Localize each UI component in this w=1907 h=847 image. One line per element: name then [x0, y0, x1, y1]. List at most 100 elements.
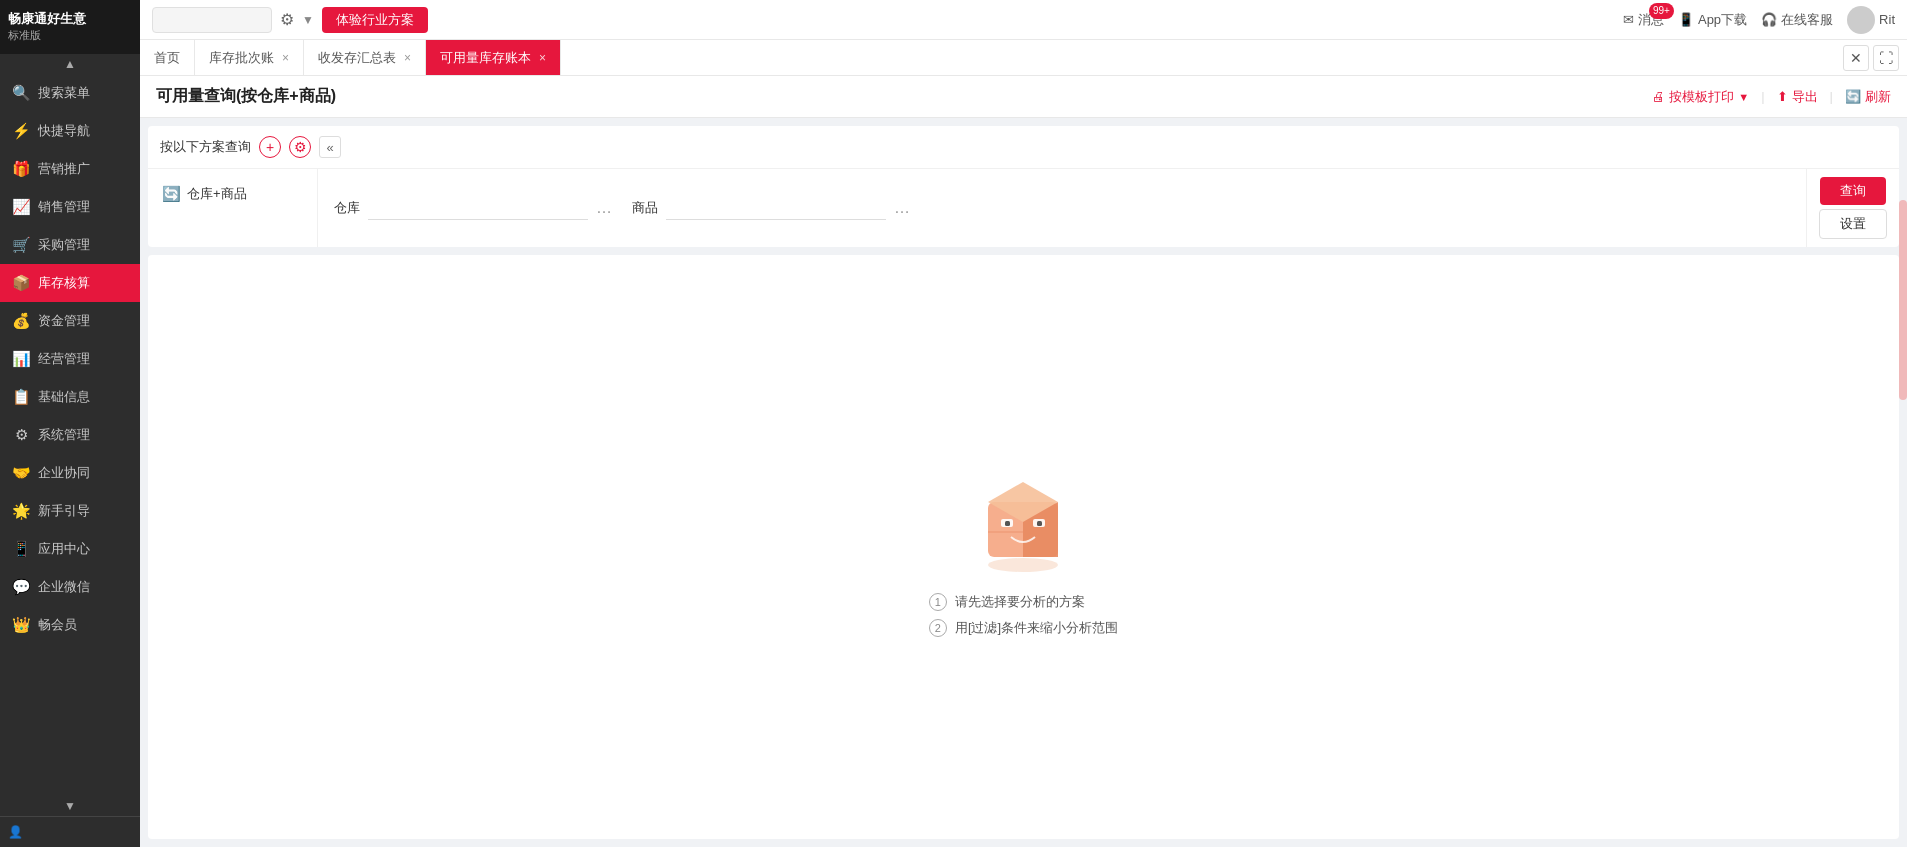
- warehouse-input[interactable]: [368, 196, 588, 220]
- tip-text-2: 用[过滤]条件来缩小分析范围: [955, 619, 1118, 637]
- tab-label-available_qty: 可用量库存账本: [440, 49, 531, 67]
- sidebar-scroll-up[interactable]: ▲: [0, 54, 140, 74]
- scheme-item-icon: 🔄: [162, 185, 181, 203]
- sidebar-item-inventory_calc[interactable]: 📦库存核算: [0, 264, 140, 302]
- sidebar-header: 畅康通好生意 标准版: [0, 0, 140, 54]
- sidebar-icon-enterprise_coop: 🤝: [12, 464, 30, 482]
- sidebar-item-enterprise_coop[interactable]: 🤝 企业协同: [0, 454, 140, 492]
- sidebar-item-app_center[interactable]: 📱应用中心: [0, 530, 140, 568]
- sidebar-label-search: 搜索菜单: [38, 84, 90, 102]
- sidebar-item-shortcut[interactable]: ⚡ 快捷导航: [0, 112, 140, 150]
- query-button[interactable]: 查询: [1820, 177, 1886, 205]
- sidebar-label-funds_mgmt: 资金管理: [38, 312, 90, 330]
- tab-batch_account[interactable]: 库存批次账 ×: [195, 40, 304, 75]
- tabbar: 首页库存批次账×收发存汇总表×可用量库存账本× ✕ ⛶: [140, 40, 1907, 76]
- sidebar-item-enterprise_wechat[interactable]: 💬企业微信: [0, 568, 140, 606]
- sidebar-icon-shortcut: ⚡: [12, 122, 30, 140]
- sidebar-label-sales_mgmt: 销售管理: [38, 198, 90, 216]
- export-button[interactable]: ⬆ 导出: [1777, 88, 1818, 106]
- online-service-btn[interactable]: 🎧 在线客服: [1761, 11, 1833, 29]
- right-scrollbar[interactable]: [1899, 200, 1907, 400]
- print-template-button[interactable]: 🖨 按模板打印 ▼: [1652, 88, 1749, 106]
- action-col: 查询 设置: [1806, 169, 1899, 247]
- sidebar-item-member[interactable]: 👑 畅会员: [0, 606, 140, 644]
- tab-home[interactable]: 首页: [140, 40, 195, 75]
- sidebar-item-sales_mgmt[interactable]: 📈销售管理: [0, 188, 140, 226]
- tab-label-home: 首页: [154, 49, 180, 67]
- user-avatar-btn[interactable]: Rit: [1847, 6, 1895, 34]
- tab-close-receive_summary[interactable]: ×: [404, 51, 411, 65]
- tab-available_qty[interactable]: 可用量库存账本 ×: [426, 40, 561, 75]
- settings-button[interactable]: 设置: [1819, 209, 1887, 239]
- tab-close-available_qty[interactable]: ×: [539, 51, 546, 65]
- sidebar: 畅康通好生意 标准版 ▲ 🔍搜索菜单 ⚡ 快捷导航 🎁营销推广📈销售管理🛒采购管理📦库…: [0, 0, 140, 847]
- topbar: ⚙ ▼ 体验行业方案 ✉ 消息 99+ 📱 App下载 🎧 在线客服 Rit: [140, 0, 1907, 40]
- scheme-add-button[interactable]: +: [259, 136, 281, 158]
- page-title: 可用量查询(按仓库+商品): [156, 86, 336, 107]
- print-chevron-icon: ▼: [1738, 91, 1749, 103]
- sidebar-icon-member: 👑: [12, 616, 30, 634]
- empty-state: 1 请先选择要分析的方案 2 用[过滤]条件来缩小分析范围: [148, 255, 1899, 839]
- user-icon: 👤: [8, 825, 23, 839]
- scheme-setting-button[interactable]: ⚙: [289, 136, 311, 158]
- sidebar-icon-ops_mgmt: 📊: [12, 350, 30, 368]
- tab-label-batch_account: 库存批次账: [209, 49, 274, 67]
- sidebar-label-enterprise_coop: 企业协同: [38, 464, 90, 482]
- sidebar-item-basic_info[interactable]: 📋 基础信息: [0, 378, 140, 416]
- sidebar-label-member: 畅会员: [38, 616, 77, 634]
- sidebar-menu: 🔍搜索菜单 ⚡ 快捷导航 🎁营销推广📈销售管理🛒采购管理📦库存核算💰资金管理📊经营管理…: [0, 74, 140, 796]
- sidebar-item-sys_mgmt[interactable]: ⚙系统管理: [0, 416, 140, 454]
- gear-icon[interactable]: ⚙: [280, 10, 294, 29]
- empty-state-inner: 1 请先选择要分析的方案 2 用[过滤]条件来缩小分析范围: [929, 457, 1118, 637]
- sidebar-item-ops_mgmt[interactable]: 📊经营管理: [0, 340, 140, 378]
- sidebar-icon-new_guide: 🌟: [12, 502, 30, 520]
- sidebar-item-marketing_promo[interactable]: 🎁营销推广: [0, 150, 140, 188]
- sidebar-label-basic_info: 基础信息: [38, 388, 90, 406]
- message-badge: 99+: [1649, 3, 1674, 19]
- scheme-item-warehouse-product[interactable]: 🔄 仓库+商品: [148, 177, 317, 211]
- query-scheme-bar: 按以下方案查询 + ⚙ «: [148, 126, 1899, 169]
- trial-industry-button[interactable]: 体验行业方案: [322, 7, 428, 33]
- headset-icon: 🎧: [1761, 12, 1777, 27]
- tip-num-2: 2: [929, 619, 947, 637]
- scheme-collapse-button[interactable]: «: [319, 136, 341, 158]
- sidebar-item-purchase_mgmt[interactable]: 🛒采购管理: [0, 226, 140, 264]
- product-label: 商品: [632, 199, 658, 217]
- sidebar-item-search[interactable]: 🔍搜索菜单: [0, 74, 140, 112]
- user-name-label: Rit: [1879, 12, 1895, 27]
- sidebar-icon-basic_info: 📋: [12, 388, 30, 406]
- sidebar-scroll-down[interactable]: ▼: [0, 796, 140, 816]
- page-header-actions: 🖨 按模板打印 ▼ | ⬆ 导出 | 🔄 刷新: [1652, 88, 1891, 106]
- message-btn[interactable]: ✉ 消息 99+: [1623, 11, 1664, 29]
- svg-rect-7: [1037, 521, 1042, 526]
- topbar-search-input[interactable]: [152, 7, 272, 33]
- tab-receive_summary[interactable]: 收发存汇总表×: [304, 40, 426, 75]
- sidebar-icon-enterprise_wechat: 💬: [12, 578, 30, 596]
- expand-tab-button[interactable]: ⛶: [1873, 45, 1899, 71]
- svg-point-0: [988, 558, 1058, 572]
- tip-text-1: 请先选择要分析的方案: [955, 593, 1085, 611]
- app-icon: 📱: [1678, 12, 1694, 27]
- avatar: [1847, 6, 1875, 34]
- product-input[interactable]: [666, 196, 886, 220]
- warehouse-more-icon[interactable]: …: [596, 199, 612, 217]
- sidebar-label-shortcut: 快捷导航: [38, 122, 90, 140]
- print-icon: 🖨: [1652, 89, 1665, 104]
- scheme-label: 按以下方案查询: [160, 138, 251, 156]
- close-tab-button[interactable]: ✕: [1843, 45, 1869, 71]
- sidebar-item-new_guide[interactable]: 🌟 新手引导: [0, 492, 140, 530]
- topbar-chevron[interactable]: ▼: [302, 13, 314, 27]
- scheme-item-label: 仓库+商品: [187, 185, 247, 203]
- tab-close-batch_account[interactable]: ×: [282, 51, 289, 65]
- sidebar-item-funds_mgmt[interactable]: 💰资金管理: [0, 302, 140, 340]
- app-download-btn[interactable]: 📱 App下载: [1678, 11, 1747, 29]
- refresh-button[interactable]: 🔄 刷新: [1845, 88, 1891, 106]
- product-more-icon[interactable]: …: [894, 199, 910, 217]
- company-name: 畅康通好生意: [8, 10, 132, 28]
- sidebar-label-new_guide: 新手引导: [38, 502, 90, 520]
- topbar-right: ✉ 消息 99+ 📱 App下载 🎧 在线客服 Rit: [1623, 6, 1895, 34]
- empty-tip-1: 1 请先选择要分析的方案: [929, 593, 1118, 611]
- sidebar-label-purchase_mgmt: 采购管理: [38, 236, 90, 254]
- svg-rect-6: [1005, 521, 1010, 526]
- sidebar-label-marketing_promo: 营销推广: [38, 160, 90, 178]
